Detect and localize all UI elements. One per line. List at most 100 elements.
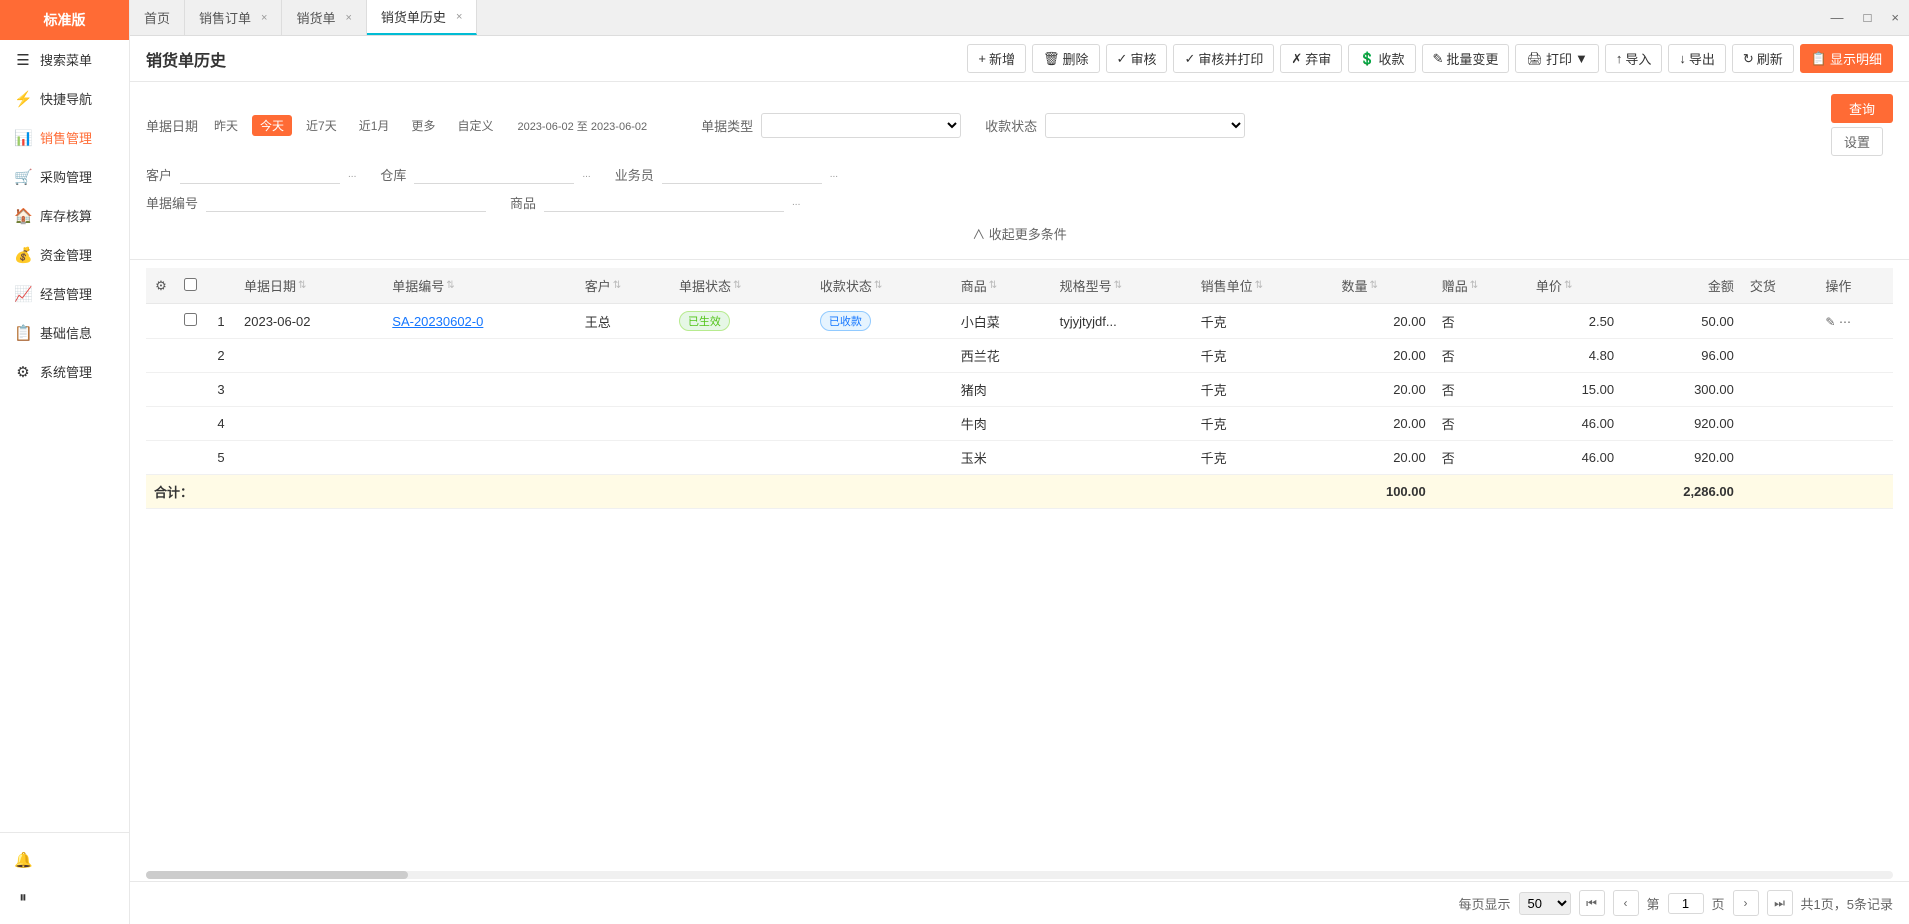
cell-num: 5	[206, 441, 236, 475]
window-maximize-btn[interactable]: □	[1854, 10, 1882, 25]
query-button[interactable]: 查询	[1831, 94, 1893, 123]
col-sale-unit[interactable]: 销售单位⇅	[1193, 268, 1334, 304]
col-goods[interactable]: 商品⇅	[953, 268, 1052, 304]
col-quantity[interactable]: 数量⇅	[1334, 268, 1434, 304]
abandon-button[interactable]: ✗ 弃审	[1280, 44, 1342, 73]
audit-print-icon: ✓	[1184, 51, 1195, 67]
tab-sales-delivery-label: 销货单	[296, 8, 335, 27]
collect-button[interactable]: 💲 收款	[1348, 44, 1415, 73]
sidebar-item-sys-mgmt[interactable]: ⚙ 系统管理	[0, 352, 129, 391]
print-label: 打印	[1546, 49, 1572, 68]
import-icon: ↑	[1616, 51, 1623, 66]
sys-mgmt-icon: ⚙	[14, 363, 32, 381]
window-minimize-btn[interactable]: —	[1821, 10, 1854, 25]
tab-sales-order[interactable]: 销售订单 ×	[185, 0, 282, 35]
cell-sale-unit: 千克	[1193, 339, 1334, 373]
col-gift[interactable]: 赠品⇅	[1434, 268, 1528, 304]
page-prev-btn[interactable]: ‹	[1613, 890, 1639, 916]
batch-change-button[interactable]: ✎ 批量变更	[1422, 44, 1510, 73]
col-settings[interactable]: ⚙	[146, 268, 176, 304]
sidebar-item-label: 基础信息	[40, 323, 92, 342]
sidebar-notification-btn[interactable]: 🔔	[0, 841, 129, 879]
salesperson-more-icon[interactable]: ...	[830, 169, 838, 180]
refresh-button[interactable]: ↻ 刷新	[1732, 44, 1794, 73]
summary-gift-spacer	[1434, 475, 1528, 509]
page-last-btn[interactable]: ⏭	[1767, 890, 1793, 916]
col-doc-no[interactable]: 单据编号⇅	[384, 268, 576, 304]
sidebar-pause-btn[interactable]: ⏸	[0, 879, 129, 916]
doc-type-select[interactable]	[761, 113, 961, 138]
per-page-select[interactable]: 50 100	[1519, 892, 1571, 915]
customer-input[interactable]	[180, 164, 340, 184]
cell-action	[1817, 441, 1893, 475]
salesperson-input[interactable]	[662, 164, 822, 184]
col-num	[206, 268, 236, 304]
date-7days[interactable]: 近7天	[298, 115, 345, 136]
audit-button[interactable]: ✓ 审核	[1106, 44, 1168, 73]
date-custom[interactable]: 自定义	[449, 115, 501, 136]
sidebar-item-sales-mgmt[interactable]: 📊 销售管理	[0, 118, 129, 157]
sidebar-item-basic-info[interactable]: 📋 基础信息	[0, 313, 129, 352]
sidebar-item-label: 系统管理	[40, 362, 92, 381]
sidebar-item-finance-mgmt[interactable]: 💰 资金管理	[0, 235, 129, 274]
setting-button[interactable]: 设置	[1831, 127, 1883, 156]
doc-no-input[interactable]	[206, 192, 486, 212]
col-doc-date[interactable]: 单据日期⇅	[236, 268, 384, 304]
cell-gift: 否	[1434, 339, 1528, 373]
date-more[interactable]: 更多	[403, 115, 443, 136]
tab-sales-history[interactable]: 销货单历史 ×	[367, 0, 477, 35]
tab-sales-delivery[interactable]: 销货单 ×	[282, 0, 366, 35]
date-yesterday[interactable]: 昨天	[206, 115, 246, 136]
goods-input[interactable]	[544, 192, 784, 212]
select-all-checkbox[interactable]	[184, 278, 197, 291]
col-spec-type[interactable]: 规格型号⇅	[1052, 268, 1193, 304]
warehouse-more-icon[interactable]: ...	[582, 169, 590, 180]
tab-sales-delivery-close[interactable]: ×	[345, 12, 351, 24]
warehouse-input[interactable]	[414, 164, 574, 184]
quick-nav-icon: ⚡	[14, 90, 32, 108]
audit-print-button[interactable]: ✓ 审核并打印	[1173, 44, 1274, 73]
edit-action-btn[interactable]: ✎	[1825, 315, 1835, 329]
sidebar-item-ops-mgmt[interactable]: 📈 经营管理	[0, 274, 129, 313]
sidebar-item-search-menu[interactable]: ☰ 搜索菜单	[0, 40, 129, 79]
tab-sales-history-close[interactable]: ×	[456, 11, 462, 23]
import-button[interactable]: ↑ 导入	[1605, 44, 1663, 73]
export-button[interactable]: ↓ 导出	[1668, 44, 1726, 73]
page-input[interactable]	[1668, 893, 1704, 914]
customer-more-icon[interactable]: ...	[348, 169, 356, 180]
date-1month[interactable]: 近1月	[351, 115, 398, 136]
print-button[interactable]: 🖨 打印 ▼	[1515, 44, 1598, 73]
col-unit-price[interactable]: 单价⇅	[1528, 268, 1622, 304]
show-detail-button[interactable]: 📋 显示明细	[1800, 44, 1893, 73]
cell-doc-no	[384, 407, 576, 441]
more-action-btn[interactable]: ⋯	[1839, 315, 1851, 329]
filter-collapse-btn[interactable]: ∧ 收起更多条件	[146, 220, 1893, 247]
date-today[interactable]: 今天	[252, 115, 292, 136]
page-next-btn[interactable]: ›	[1733, 890, 1759, 916]
col-collect-status[interactable]: 收款状态⇅	[812, 268, 953, 304]
cell-settings	[146, 441, 176, 475]
cell-customer: 王总	[577, 304, 671, 339]
cell-settings	[146, 407, 176, 441]
doc-status-badge: 已生效	[679, 311, 730, 331]
sidebar-item-quick-nav[interactable]: ⚡ 快捷导航	[0, 79, 129, 118]
page-first-btn[interactable]: ⏮	[1579, 890, 1605, 916]
cell-gift: 否	[1434, 407, 1528, 441]
horizontal-scrollbar[interactable]	[146, 871, 1893, 879]
collect-status-select[interactable]	[1045, 113, 1245, 138]
scrollbar-thumb[interactable]	[146, 871, 408, 879]
add-icon: +	[978, 51, 986, 66]
window-close-btn[interactable]: ×	[1881, 10, 1909, 25]
col-doc-status[interactable]: 单据状态⇅	[671, 268, 812, 304]
sidebar-item-inventory-calc[interactable]: 🏠 库存核算	[0, 196, 129, 235]
tab-sales-order-close[interactable]: ×	[261, 12, 267, 24]
cell-customer	[577, 407, 671, 441]
tab-home[interactable]: 首页	[130, 0, 185, 35]
col-customer[interactable]: 客户⇅	[577, 268, 671, 304]
add-button[interactable]: + 新增	[967, 44, 1026, 73]
doc-no-link[interactable]: SA-20230602-0	[392, 314, 483, 329]
goods-more-icon[interactable]: ...	[792, 197, 800, 208]
sidebar-item-purchase-mgmt[interactable]: 🛒 采购管理	[0, 157, 129, 196]
row-checkbox[interactable]	[184, 313, 197, 326]
delete-button[interactable]: 🗑 删除	[1032, 44, 1100, 73]
